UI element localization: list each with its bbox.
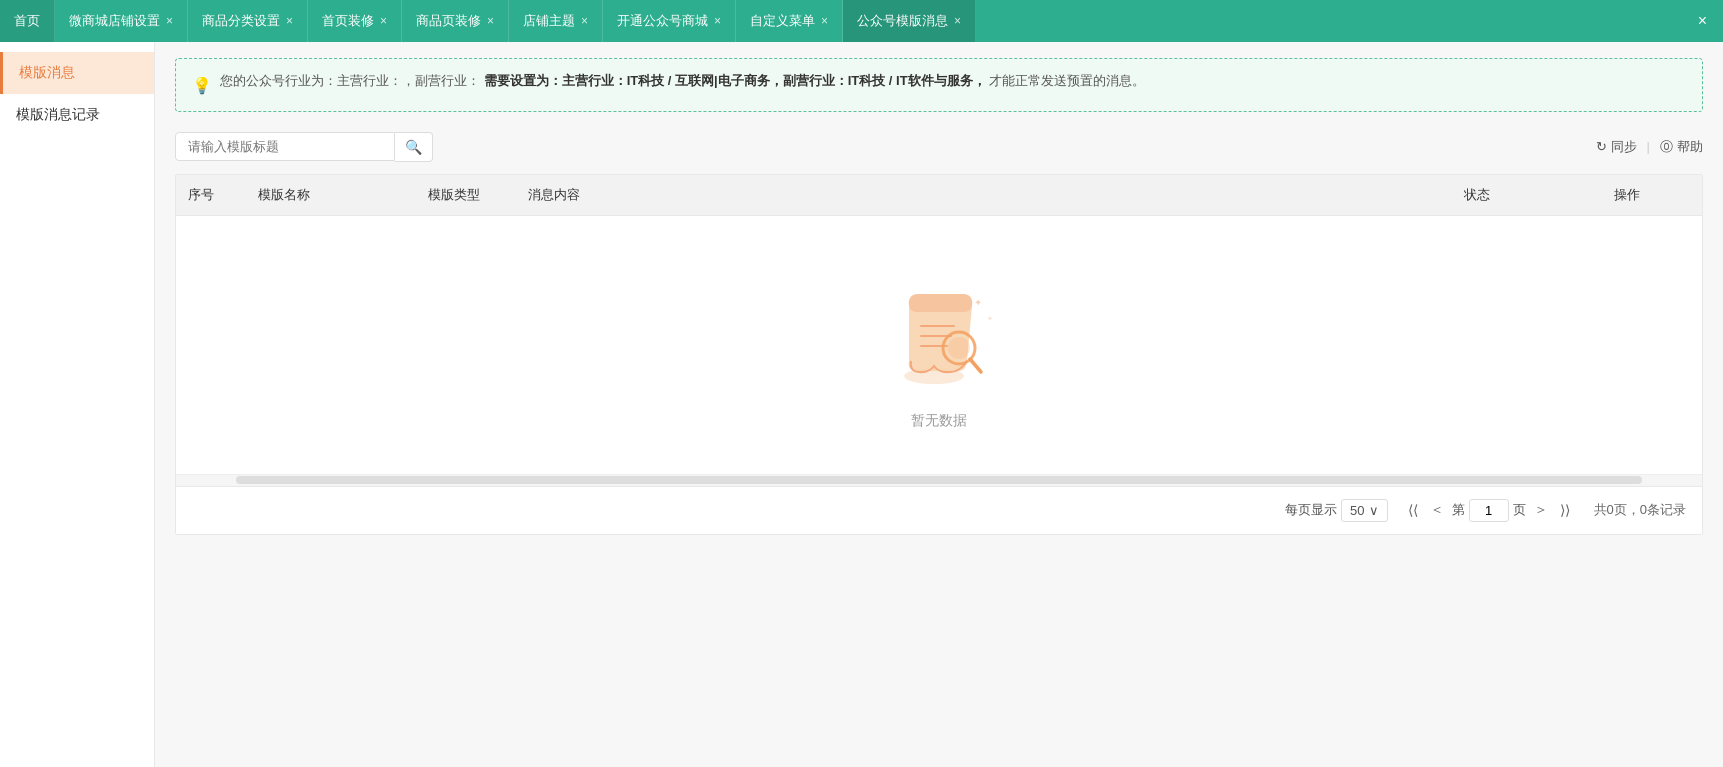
page-nav: ⟨⟨ ＜ 第 页 ＞ ⟩⟩ xyxy=(1404,499,1574,522)
table-header: 序号 模版名称 模版类型 消息内容 状态 操作 xyxy=(176,175,1702,216)
close-tab-template-msg[interactable]: × xyxy=(954,14,961,28)
th-op: 操作 xyxy=(1602,175,1702,215)
nav-tab-template-msg[interactable]: 公众号模版消息 × xyxy=(843,0,976,42)
close-tab-custom-menu[interactable]: × xyxy=(821,14,828,28)
scrollbar-track xyxy=(236,476,1642,484)
nav-tab-category[interactable]: 商品分类设置 × xyxy=(188,0,308,42)
svg-point-5 xyxy=(948,337,970,359)
last-page-button[interactable]: ⟩⟩ xyxy=(1556,500,1574,520)
next-page-button[interactable]: ＞ xyxy=(1530,499,1552,521)
nav-tab-open-mall[interactable]: 开通公众号商城 × xyxy=(603,0,736,42)
page-size-selector: 每页显示 50 ∨ xyxy=(1285,499,1387,522)
search-right: ↻ 同步 | ⓪ 帮助 xyxy=(1596,138,1703,156)
search-icon: 🔍 xyxy=(405,139,422,155)
close-tab-open-mall[interactable]: × xyxy=(714,14,721,28)
svg-text:✦: ✦ xyxy=(987,315,993,322)
notice-box: 💡 您的公众号行业为：主营行业：，副营行业： 需要设置为：主营行业：IT科技 /… xyxy=(175,58,1703,112)
close-tab-home-decor[interactable]: × xyxy=(380,14,387,28)
close-tab-theme[interactable]: × xyxy=(581,14,588,28)
notice-icon: 💡 xyxy=(192,73,212,99)
empty-text: 暂无数据 xyxy=(911,412,967,430)
th-name: 模版名称 xyxy=(246,175,416,215)
th-status: 状态 xyxy=(1452,175,1602,215)
page-number-input[interactable] xyxy=(1469,499,1509,522)
help-button[interactable]: ⓪ 帮助 xyxy=(1660,138,1703,156)
content-area: 💡 您的公众号行业为：主营行业：，副营行业： 需要设置为：主营行业：IT科技 /… xyxy=(155,42,1723,767)
first-page-button[interactable]: ⟨⟨ xyxy=(1404,500,1422,520)
nav-tab-custom-menu[interactable]: 自定义菜单 × xyxy=(736,0,843,42)
top-nav: 首页 微商城店铺设置 × 商品分类设置 × 首页装修 × 商品页装修 × 店铺主… xyxy=(0,0,1723,42)
empty-state: ✦ ✦ 暂无数据 xyxy=(176,216,1702,470)
search-left: 🔍 xyxy=(175,132,433,162)
divider: | xyxy=(1647,139,1650,154)
svg-line-6 xyxy=(970,359,981,372)
help-icon: ⓪ xyxy=(1660,138,1673,156)
close-tab-category[interactable]: × xyxy=(286,14,293,28)
close-all-button[interactable]: × xyxy=(1682,12,1723,30)
horizontal-scrollbar[interactable] xyxy=(176,474,1702,486)
page-label-before: 第 xyxy=(1452,501,1465,519)
nav-tab-product-decor[interactable]: 商品页装修 × xyxy=(402,0,509,42)
sidebar-item-template-msg-record[interactable]: 模版消息记录 xyxy=(0,94,154,136)
sidebar: 模版消息 模版消息记录 xyxy=(0,42,155,767)
nav-tab-home-decor[interactable]: 首页装修 × xyxy=(308,0,402,42)
th-type: 模版类型 xyxy=(416,175,516,215)
sync-button[interactable]: ↻ 同步 xyxy=(1596,138,1637,156)
close-tab-product-decor[interactable]: × xyxy=(487,14,494,28)
main-layout: 模版消息 模版消息记录 💡 您的公众号行业为：主营行业：，副营行业： 需要设置为… xyxy=(0,42,1723,767)
data-table: 序号 模版名称 模版类型 消息内容 状态 操作 xyxy=(175,174,1703,535)
notice-text: 您的公众号行业为：主营行业：，副营行业： 需要设置为：主营行业：IT科技 / 互… xyxy=(220,71,1145,92)
search-bar: 🔍 ↻ 同步 | ⓪ 帮助 xyxy=(175,132,1703,162)
total-info: 共0页，0条记录 xyxy=(1594,501,1686,519)
th-seq: 序号 xyxy=(176,175,246,215)
th-content: 消息内容 xyxy=(516,175,1452,215)
nav-tab-home[interactable]: 首页 xyxy=(0,0,55,42)
sidebar-item-template-msg[interactable]: 模版消息 xyxy=(0,52,154,94)
close-tab-shop-settings[interactable]: × xyxy=(166,14,173,28)
search-input[interactable] xyxy=(175,132,395,161)
empty-illustration: ✦ ✦ xyxy=(879,276,999,396)
prev-page-button[interactable]: ＜ xyxy=(1426,499,1448,521)
svg-text:✦: ✦ xyxy=(974,297,982,308)
pagination: 每页显示 50 ∨ ⟨⟨ ＜ 第 页 ＞ ⟩⟩ 共0页，0条记录 xyxy=(176,486,1702,534)
nav-tab-theme[interactable]: 店铺主题 × xyxy=(509,0,603,42)
search-button[interactable]: 🔍 xyxy=(395,132,433,162)
page-size-select-box[interactable]: 50 ∨ xyxy=(1341,499,1387,522)
nav-tab-shop-settings[interactable]: 微商城店铺设置 × xyxy=(55,0,188,42)
chevron-down-icon: ∨ xyxy=(1369,503,1379,518)
page-size-label: 每页显示 xyxy=(1285,501,1337,519)
page-label-after: 页 xyxy=(1513,501,1526,519)
sync-icon: ↻ xyxy=(1596,139,1607,154)
page-size-value: 50 xyxy=(1350,503,1364,518)
